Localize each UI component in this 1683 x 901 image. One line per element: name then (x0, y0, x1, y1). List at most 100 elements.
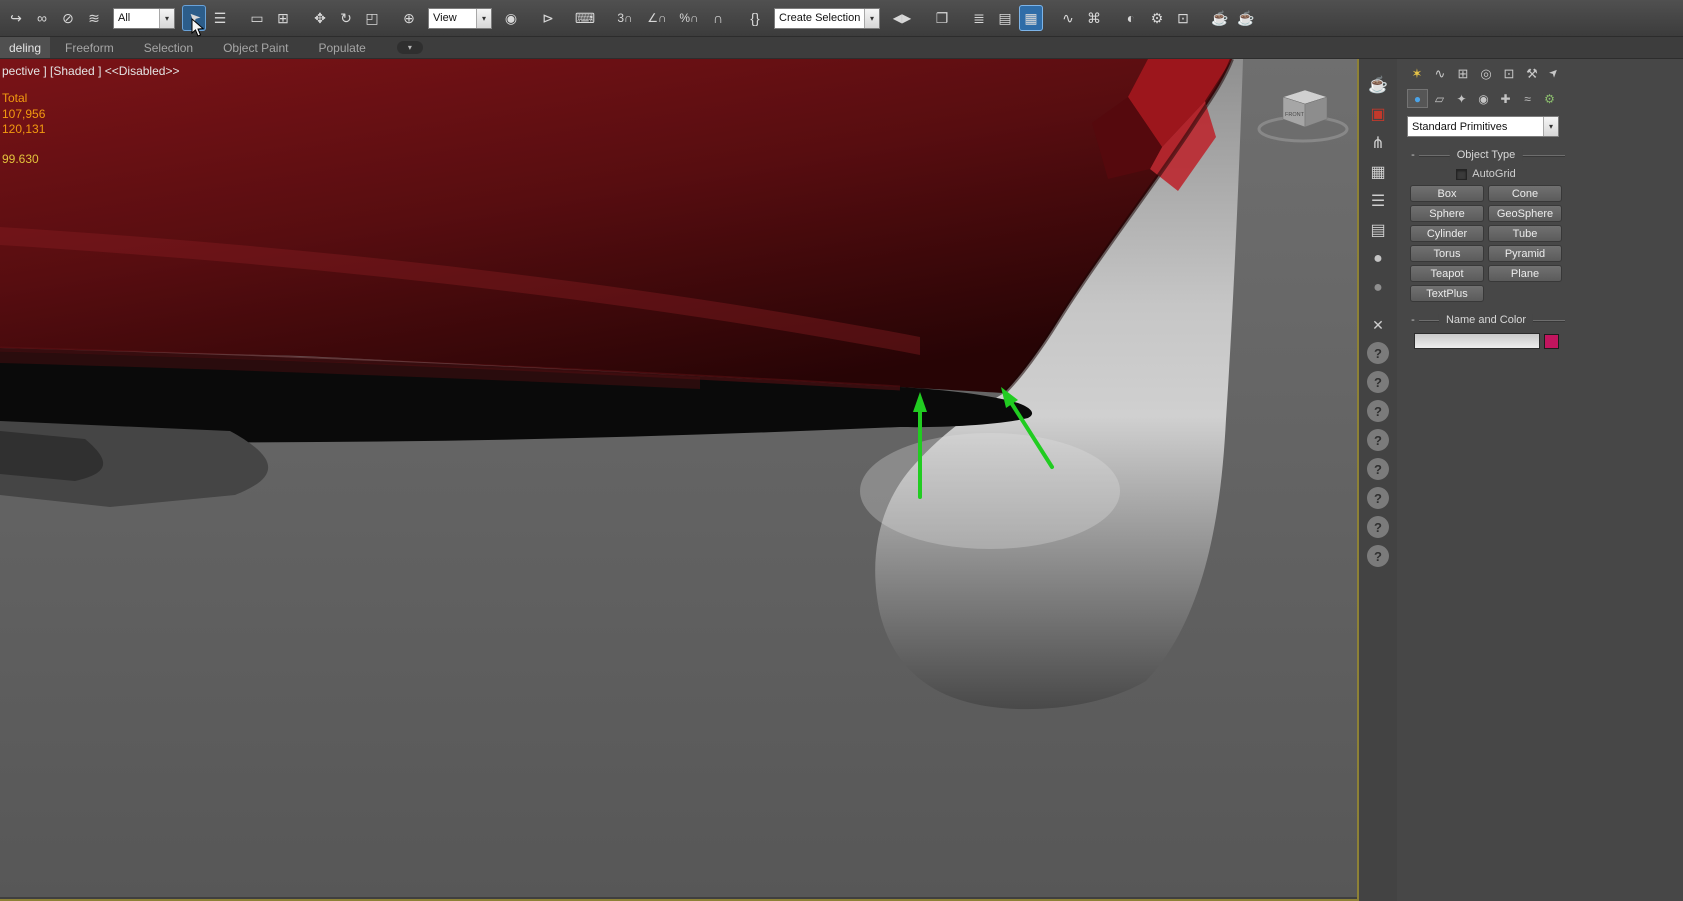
tab-display-icon[interactable]: ⊡ (1499, 64, 1519, 82)
question-icon[interactable]: ? (1367, 371, 1389, 393)
object-type-button[interactable]: Box (1410, 185, 1484, 202)
snaps-toggle-3d-icon[interactable]: 3∩ (610, 5, 640, 31)
perspective-viewport[interactable]: FRONT pective ] [Shaded ] <<Disabled>> T… (0, 59, 1359, 901)
select-and-link-icon[interactable]: ∞ (30, 5, 54, 31)
object-type-button[interactable]: Sphere (1410, 205, 1484, 222)
hierarchy-icon[interactable]: ⋔ (1363, 131, 1393, 155)
tab-create-icon[interactable]: ✶ (1407, 64, 1427, 82)
object-name-input[interactable] (1413, 333, 1540, 349)
keyboard-override-icon[interactable]: ⌨ (573, 5, 597, 31)
mirror-icon[interactable]: ◀▶ (887, 5, 917, 31)
question-icon[interactable]: ? (1367, 458, 1389, 480)
named-selection-sets-dropdown[interactable]: Create Selection Se ▾ (774, 7, 880, 29)
bricks-icon[interactable]: ▤ (1363, 218, 1393, 242)
autogrid-checkbox[interactable] (1456, 168, 1468, 180)
object-type-button[interactable]: Cone (1488, 185, 1562, 202)
layer-explorer-icon[interactable]: ≣ (967, 5, 991, 31)
select-and-place-icon[interactable]: ⊕ (397, 5, 421, 31)
percent-snap-icon[interactable]: %∩ (674, 5, 704, 31)
select-and-rotate-icon[interactable]: ↻ (334, 5, 358, 31)
chevron-down-icon: ▾ (407, 43, 412, 52)
teapot-icon[interactable]: ☕ (1363, 73, 1393, 97)
unlink-selection-icon[interactable]: ⊘ (56, 5, 80, 31)
bind-to-space-warp-icon[interactable]: ≋ (82, 5, 106, 31)
mouse-cursor (191, 17, 205, 42)
object-type-button[interactable]: Cylinder (1410, 225, 1484, 242)
side-toolbar: ☕ ▣ ⋔ ▦ ☰ ▤ ● ● ✕ ? ? ? ? ? ? ? ? (1359, 59, 1397, 901)
close-icon[interactable]: ✕ (1363, 313, 1393, 337)
viewport-statistics: Total 107,956 120,131 99.630 (2, 91, 45, 167)
tab-motion-icon[interactable]: ◎ (1476, 64, 1496, 82)
toggle-scene-explorer-icon[interactable]: ▦ (1019, 5, 1043, 31)
red-box-icon[interactable]: ▣ (1363, 102, 1393, 126)
select-and-manipulate-icon[interactable]: ⊳ (536, 5, 560, 31)
create-arrow-icon[interactable]: ➤ (1545, 64, 1565, 82)
category-systems-icon[interactable]: ⚙ (1539, 89, 1560, 108)
rectangular-selection-region-icon[interactable]: ▭ (245, 5, 269, 31)
collapse-icon[interactable]: - (1407, 150, 1419, 162)
question-icon[interactable]: ? (1367, 342, 1389, 364)
window-crossing-icon[interactable]: ⊞ (271, 5, 295, 31)
ribbon-tab[interactable]: deling (0, 37, 51, 58)
category-cameras-icon[interactable]: ◉ (1473, 89, 1494, 108)
question-icon[interactable]: ? (1367, 516, 1389, 538)
redo-icon[interactable]: ↪ (4, 5, 28, 31)
spinner-snap-icon[interactable]: ∩ (706, 5, 730, 31)
category-lights-icon[interactable]: ✦ (1451, 89, 1472, 108)
select-and-scale-icon[interactable]: ◰ (360, 5, 384, 31)
render-setup-icon[interactable]: ⚙ (1145, 5, 1169, 31)
tab-modify-icon[interactable]: ∿ (1430, 64, 1450, 82)
schematic-view-icon[interactable]: ⌘ (1082, 5, 1106, 31)
chevron-down-icon[interactable]: ▾ (864, 8, 879, 28)
tab-hierarchy-icon[interactable]: ⊞ (1453, 64, 1473, 82)
align-icon[interactable]: ❐ (930, 5, 954, 31)
edit-named-selection-sets-icon[interactable]: {} (743, 5, 767, 31)
rendered-frame-window-icon[interactable]: ⊡ (1171, 5, 1195, 31)
category-helpers-icon[interactable]: ✚ (1495, 89, 1516, 108)
object-type-button[interactable]: Teapot (1410, 265, 1484, 282)
angle-snap-icon[interactable]: ∠∩ (642, 5, 672, 31)
object-type-button[interactable]: TextPlus (1410, 285, 1484, 302)
object-type-rollout-header[interactable]: - Object Type (1407, 149, 1565, 163)
collapse-icon[interactable]: - (1407, 315, 1419, 327)
chevron-down-icon[interactable]: ▾ (476, 8, 491, 28)
object-type-button[interactable]: GeoSphere (1488, 205, 1562, 222)
ribbon-tab[interactable]: Object Paint (208, 37, 303, 58)
category-shapes-icon[interactable]: ▱ (1429, 89, 1450, 108)
dark-sphere-icon[interactable]: ● (1363, 276, 1393, 300)
material-editor-icon[interactable]: ◐ (1119, 5, 1143, 31)
checker-icon[interactable]: ▦ (1363, 160, 1393, 184)
select-by-name-icon[interactable]: ☰ (208, 5, 232, 31)
ribbon-tab[interactable]: Populate (303, 37, 380, 58)
chevron-down-icon[interactable]: ▾ (1543, 117, 1558, 136)
ribbon-flyout-button[interactable]: ▾ (396, 41, 423, 54)
viewport-label[interactable]: pective ] [Shaded ] <<Disabled>> (2, 64, 179, 78)
ribbon-tab[interactable]: Freeform (50, 37, 129, 58)
tab-utilities-icon[interactable]: ⚒ (1522, 64, 1542, 82)
toggle-ribbon-icon[interactable]: ▤ (993, 5, 1017, 31)
render-production-icon[interactable]: ☕ (1208, 5, 1232, 31)
category-geometry-icon[interactable]: ● (1407, 89, 1428, 108)
object-type-button[interactable]: Plane (1488, 265, 1562, 282)
sphere-icon[interactable]: ● (1363, 247, 1393, 271)
question-icon[interactable]: ? (1367, 400, 1389, 422)
viewport-3d-scene: FRONT (0, 59, 1357, 897)
object-type-button[interactable]: Tube (1488, 225, 1562, 242)
reference-coordinate-dropdown[interactable]: View ▾ (428, 7, 492, 29)
object-type-button[interactable]: Pyramid (1488, 245, 1562, 262)
name-color-rollout-header[interactable]: - Name and Color (1407, 314, 1565, 328)
category-spacewarps-icon[interactable]: ≈ (1517, 89, 1538, 108)
object-color-swatch[interactable] (1543, 333, 1559, 349)
curve-editor-icon[interactable]: ∿ (1056, 5, 1080, 31)
question-icon[interactable]: ? (1367, 487, 1389, 509)
selection-filter-dropdown[interactable]: All ▾ (113, 7, 175, 29)
primitive-type-dropdown[interactable]: Standard Primitives ▾ (1407, 116, 1559, 137)
object-type-button[interactable]: Torus (1410, 245, 1484, 262)
chevron-down-icon[interactable]: ▾ (159, 8, 174, 28)
render-flyout-icon[interactable]: ☕ (1234, 5, 1258, 31)
question-icon[interactable]: ? (1367, 429, 1389, 451)
layers-icon[interactable]: ☰ (1363, 189, 1393, 213)
question-icon[interactable]: ? (1367, 545, 1389, 567)
select-and-move-icon[interactable]: ✥ (308, 5, 332, 31)
use-pivot-center-icon[interactable]: ◉ (499, 5, 523, 31)
